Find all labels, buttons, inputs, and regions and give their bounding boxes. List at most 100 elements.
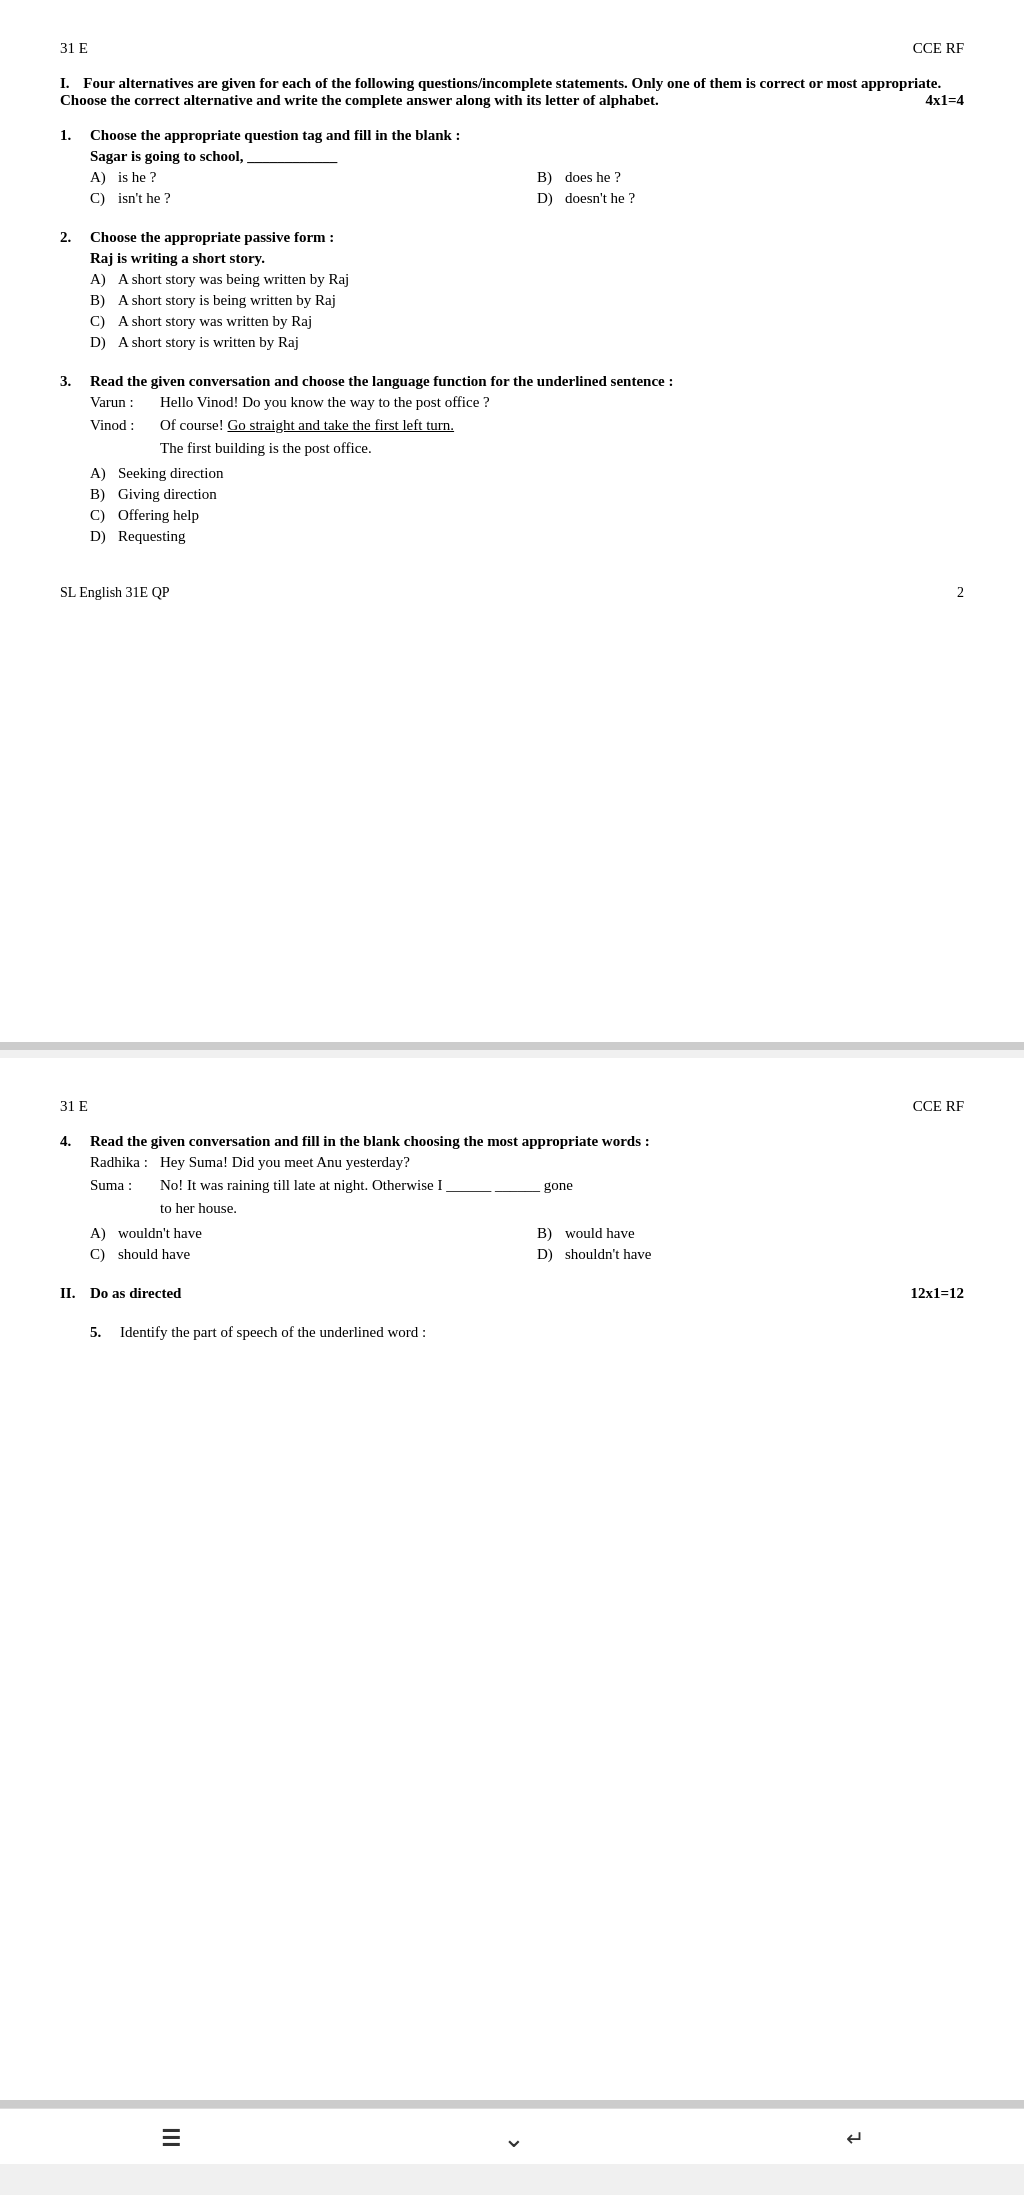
q3-number: 3.	[60, 373, 90, 390]
home-icon[interactable]: ⌄	[503, 2123, 525, 2154]
q4-option-d: D) shouldn't have	[537, 1246, 964, 1263]
q1-options: A) is he ? B) does he ? C) isn't he ? D)…	[90, 169, 964, 207]
section-II-row: II. Do as directed 12x1=12	[60, 1285, 964, 1302]
q1-option-d-text: doesn't he ?	[565, 190, 635, 207]
q3-speaker-varun: Varun :	[90, 394, 160, 411]
q2-options: A) A short story was being written by Ra…	[90, 271, 964, 351]
q2-option-a-label: A)	[90, 271, 112, 288]
nav-bar: ☰ ⌄ ↵	[0, 2108, 1024, 2164]
q2-option-b-label: B)	[90, 292, 112, 309]
q3-conv-line-1: Varun : Hello Vinod! Do you know the way…	[90, 394, 964, 411]
q4-conversation: Radhika : Hey Suma! Did you meet Anu yes…	[90, 1154, 964, 1217]
q1-heading: Choose the appropriate question tag and …	[90, 127, 964, 144]
q1-sub: Sagar is going to school, ____________	[90, 148, 337, 165]
q4-option-d-text: shouldn't have	[565, 1246, 651, 1263]
q4-option-b: B) would have	[537, 1225, 964, 1242]
q2-option-d-text: A short story is written by Raj	[118, 334, 299, 351]
q1-option-a-label: A)	[90, 169, 112, 186]
q5-row: 5. Identify the part of speech of the un…	[60, 1324, 964, 1341]
q4-heading-row: 4. Read the given conversation and fill …	[60, 1133, 964, 1150]
q4-options: A) wouldn't have B) would have C) should…	[90, 1225, 964, 1263]
q2-option-c: C) A short story was written by Raj	[90, 313, 964, 330]
q4-option-c-text: should have	[118, 1246, 190, 1263]
q2-sub: Raj is writing a short story.	[90, 250, 265, 267]
q3-option-b: B) Giving direction	[90, 486, 964, 503]
question-5: 5. Identify the part of speech of the un…	[60, 1324, 964, 1341]
q5-number: 5.	[90, 1324, 120, 1341]
q3-heading-row: 3. Read the given conversation and choos…	[60, 373, 964, 390]
q1-option-d: D) doesn't he ?	[537, 190, 964, 207]
q4-suma-text: No! It was raining till late at night. O…	[160, 1177, 964, 1194]
q3-option-c-text: Offering help	[118, 507, 199, 524]
q2-option-d: D) A short story is written by Raj	[90, 334, 964, 351]
q1-heading-row: 1. Choose the appropriate question tag a…	[60, 127, 964, 144]
page1-top-left: 31 E	[60, 40, 88, 57]
q4-radhika-text: Hey Suma! Did you meet Anu yesterday?	[160, 1154, 964, 1171]
section-I-instruction: I. Four alternatives are given for each …	[60, 75, 964, 109]
page1-footer-left: SL English 31E QP	[60, 585, 170, 601]
q2-heading: Choose the appropriate passive form :	[90, 229, 964, 246]
q3-option-c: C) Offering help	[90, 507, 964, 524]
q3-heading: Read the given conversation and choose t…	[90, 373, 964, 390]
menu-icon[interactable]: ☰	[161, 2126, 182, 2152]
q4-number: 4.	[60, 1133, 90, 1150]
question-1: 1. Choose the appropriate question tag a…	[60, 127, 964, 207]
section-I-marks: 4x1=4	[925, 92, 964, 109]
q1-sub-row: Sagar is going to school, ____________	[60, 148, 964, 165]
q3-conv-line-2: Vinod : Of course! Go straight and take …	[90, 417, 964, 434]
page1-footer: SL English 31E QP 2	[60, 585, 964, 601]
q4-option-d-label: D)	[537, 1246, 559, 1263]
q3-speaker-vinod: Vinod :	[90, 417, 160, 434]
page-1: 31 E CCE RF I. Four alternatives are giv…	[0, 0, 1024, 1050]
q3-option-b-label: B)	[90, 486, 112, 503]
q4-option-a: A) wouldn't have	[90, 1225, 517, 1242]
question-4: 4. Read the given conversation and fill …	[60, 1133, 964, 1263]
q3-conv-empty-speaker	[90, 440, 160, 457]
q4-option-a-label: A)	[90, 1225, 112, 1242]
page-2: 31 E CCE RF 4. Read the given conversati…	[0, 1058, 1024, 2108]
q3-continuation-text: The first building is the post office.	[160, 440, 964, 457]
q3-option-a-text: Seeking direction	[118, 465, 223, 482]
q1-option-b: B) does he ?	[537, 169, 964, 186]
page1-top-right: CCE RF	[913, 40, 964, 57]
q2-sub-row: Raj is writing a short story.	[60, 250, 964, 267]
q4-option-c: C) should have	[90, 1246, 517, 1263]
q3-options: A) Seeking direction B) Giving direction…	[90, 465, 964, 545]
q2-option-a: A) A short story was being written by Ra…	[90, 271, 964, 288]
q4-option-a-text: wouldn't have	[118, 1225, 202, 1242]
q3-conv-line-3: The first building is the post office.	[90, 440, 964, 457]
q3-option-a-label: A)	[90, 465, 112, 482]
q4-speaker-radhika: Radhika :	[90, 1154, 160, 1171]
q1-option-c-label: C)	[90, 190, 112, 207]
q4-suma-continuation: to her house.	[160, 1200, 964, 1217]
q4-option-b-text: would have	[565, 1225, 635, 1242]
q4-option-b-label: B)	[537, 1225, 559, 1242]
q3-option-b-text: Giving direction	[118, 486, 217, 503]
q2-heading-row: 2. Choose the appropriate passive form :	[60, 229, 964, 246]
q3-varun-text: Hello Vinod! Do you know the way to the …	[160, 394, 964, 411]
q3-option-a: A) Seeking direction	[90, 465, 964, 482]
q1-option-a: A) is he ?	[90, 169, 517, 186]
q1-option-c-text: isn't he ?	[118, 190, 171, 207]
page1-footer-right: 2	[957, 585, 964, 601]
q2-option-c-text: A short story was written by Raj	[118, 313, 312, 330]
page-1-header: 31 E CCE RF	[60, 40, 964, 57]
question-3: 3. Read the given conversation and choos…	[60, 373, 964, 545]
q3-option-d: D) Requesting	[90, 528, 964, 545]
section-II: II. Do as directed 12x1=12	[60, 1285, 964, 1302]
q4-heading: Read the given conversation and fill in …	[90, 1133, 964, 1150]
q1-number: 1.	[60, 127, 90, 144]
q3-option-c-label: C)	[90, 507, 112, 524]
q4-conv-line-2: Suma : No! It was raining till late at n…	[90, 1177, 964, 1194]
q1-option-d-label: D)	[537, 190, 559, 207]
q2-option-a-text: A short story was being written by Raj	[118, 271, 349, 288]
page2-top-left: 31 E	[60, 1098, 88, 1115]
section-I-text: Four alternatives are given for each of …	[60, 75, 941, 108]
question-2: 2. Choose the appropriate passive form :…	[60, 229, 964, 351]
section-II-marks: 12x1=12	[527, 1285, 964, 1302]
q3-vinod-text: Of course! Go straight and take the firs…	[160, 417, 964, 434]
back-icon[interactable]: ↵	[846, 2126, 864, 2152]
section-II-heading: Do as directed	[90, 1285, 527, 1302]
q2-option-b-text: A short story is being written by Raj	[118, 292, 336, 309]
q3-underlined-text: Go straight and take the first left turn…	[227, 417, 454, 433]
